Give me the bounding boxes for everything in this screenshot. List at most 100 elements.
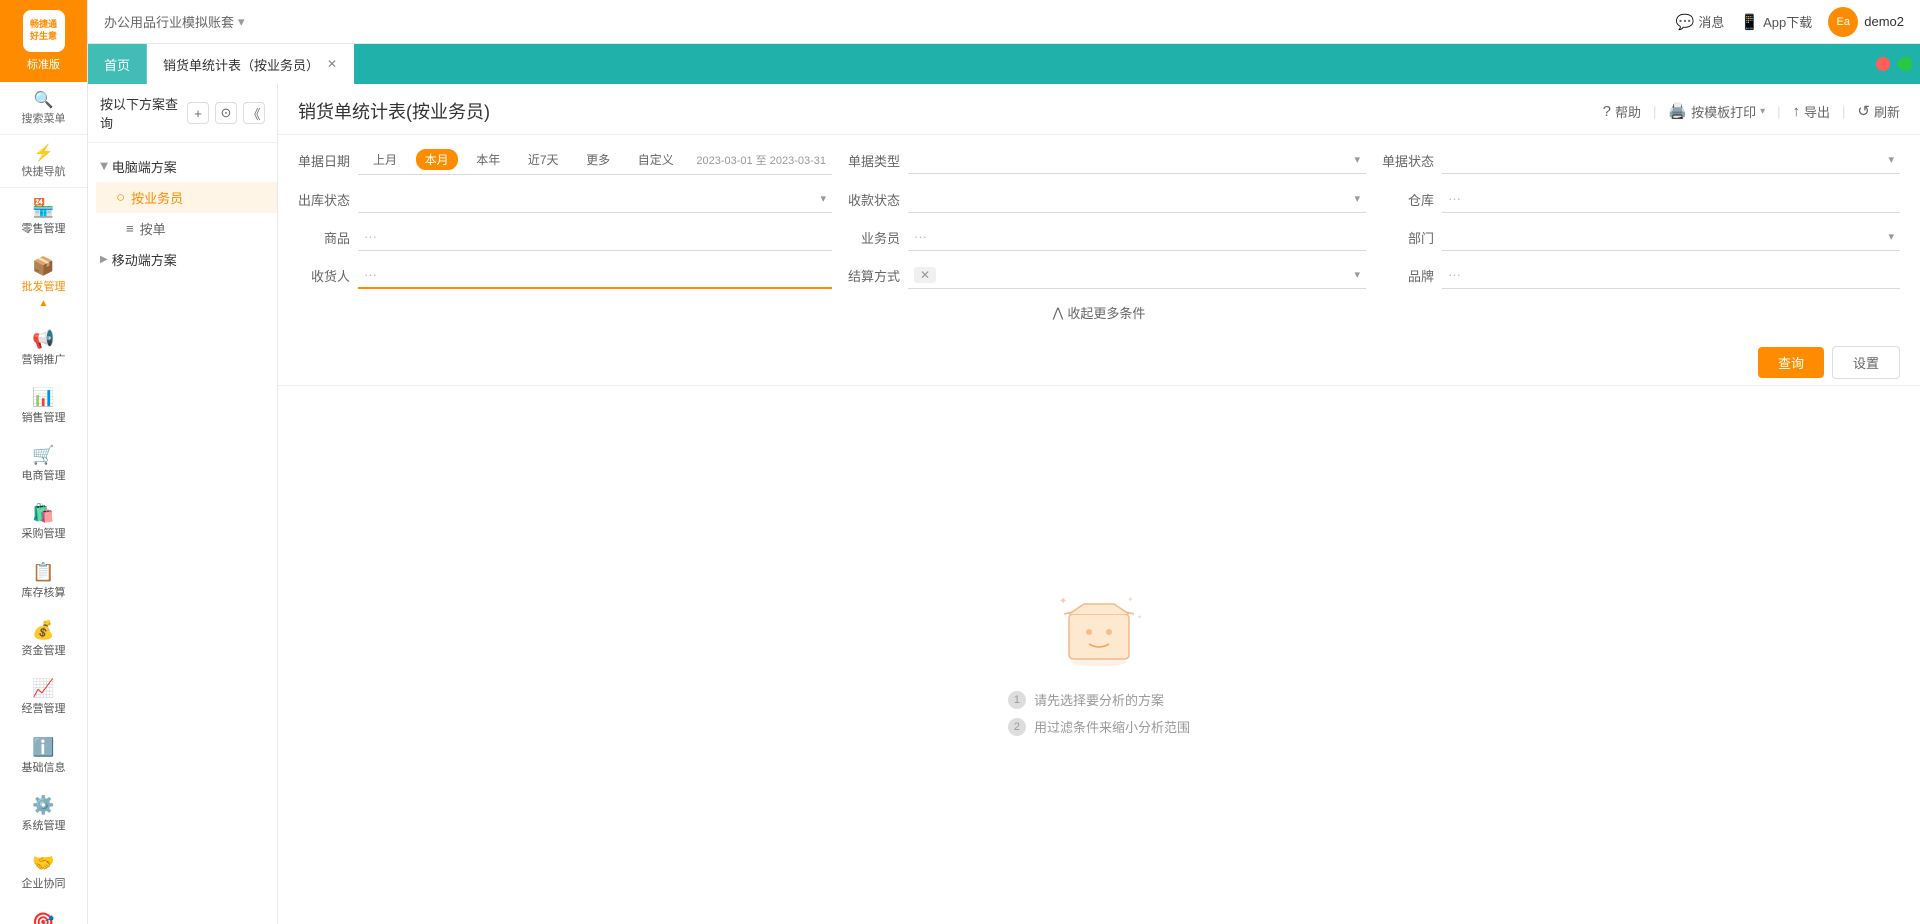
collapse-panel-btn[interactable]: 《 — [243, 102, 265, 124]
sidebar-item-basic[interactable]: ℹ️ 基础信息 — [0, 727, 87, 785]
tab-home[interactable]: 首页 — [88, 44, 147, 84]
dept-control[interactable]: ▾ — [1442, 223, 1900, 251]
salesman-label: 业务员 — [848, 228, 908, 247]
type-arrow-icon: ▾ — [1354, 153, 1360, 166]
page-header-actions: ? 帮助 | 🖨️ 按模板打印 ▾ | ↑ 导出 | — [1603, 102, 1900, 121]
refresh-label: 刷新 — [1874, 102, 1900, 121]
type-control[interactable]: ▾ — [908, 146, 1366, 174]
sidebar-item-enterprise[interactable]: 🤝 企业协同 — [0, 843, 87, 901]
hint-text-2: 用过滤条件来缩小分析范围 — [1034, 717, 1190, 736]
sidebar-item-quick[interactable]: ⚡ 快捷导航 — [0, 135, 87, 188]
sidebar-item-retail[interactable]: 🏪 零售管理 — [0, 188, 87, 246]
brand-dots: ··· — [1448, 267, 1461, 282]
filter-row-3: 商品 ··· 业务员 ··· 部门 — [298, 223, 1900, 251]
brand-control[interactable]: ··· — [1442, 261, 1900, 289]
payment-control[interactable]: ✕ ▾ — [908, 261, 1366, 289]
tree-grandchild-order[interactable]: ≡ 按单 — [96, 213, 277, 244]
user-profile[interactable]: Ea demo2 — [1828, 7, 1904, 37]
date-control[interactable]: 上月 本月 本年 近7天 更多 自定义 2023-03-01 至 2023-03… — [358, 145, 832, 175]
basic-label: 基础信息 — [22, 761, 66, 775]
sales-label: 销售管理 — [22, 411, 66, 425]
add-scheme-btn[interactable]: + — [187, 102, 209, 124]
collapse-btn-label: 收起更多条件 — [1067, 303, 1145, 322]
order-label: 按单 — [140, 219, 166, 238]
topbar-actions: 💬 消息 📱 App下载 Ea demo2 — [1676, 7, 1904, 37]
empty-illustration: ✦ ✦ ✦ — [1049, 574, 1149, 674]
logo-subtitle: 标准版 — [27, 56, 60, 72]
query-btn[interactable]: 查询 — [1758, 347, 1824, 378]
export-btn[interactable]: ↑ 导出 — [1793, 102, 1831, 121]
date-btn-custom[interactable]: 自定义 — [629, 148, 683, 171]
window-buttons: ✕ ⤢ — [1868, 44, 1920, 84]
date-btn-this-month[interactable]: 本月 — [416, 149, 458, 170]
sidebar-logo[interactable]: 畅捷通好生意 标准版 — [0, 0, 87, 82]
win-maximize-btn[interactable]: ⤢ — [1898, 57, 1912, 71]
goods-control[interactable]: ··· — [358, 223, 832, 251]
retail-icon: 🏪 — [32, 198, 54, 219]
win-close-btn[interactable]: ✕ — [1876, 57, 1890, 71]
date-btn-more[interactable]: 更多 — [577, 148, 619, 171]
tree-parent-pc[interactable]: ▶ 电脑端方案 — [88, 151, 277, 182]
refresh-icon: ↺ — [1857, 102, 1870, 120]
help-btn[interactable]: ? 帮助 — [1603, 102, 1641, 121]
tree-label-pc: 电脑端方案 — [112, 157, 265, 176]
collapse-arrow-icon: ⋀ — [1053, 305, 1064, 321]
refresh-btn[interactable]: ↺ 刷新 — [1857, 102, 1900, 121]
right-panel: 销货单统计表(按业务员) ? 帮助 | 🖨️ 按模板打印 ▾ | ↑ — [278, 84, 1920, 924]
tab-sales-stat[interactable]: 销货单统计表（按业务员） ✕ — [147, 44, 354, 84]
date-btn-7days[interactable]: 近7天 — [519, 148, 568, 171]
marketing-icon: 📢 — [32, 329, 54, 350]
sidebar-item-system[interactable]: ⚙️ 系统管理 — [0, 785, 87, 843]
hint-text-1: 请先选择要分析的方案 — [1034, 690, 1164, 709]
left-panel-content: ▶ 电脑端方案 ○ 按业务员 ≡ 按单 — [88, 143, 277, 924]
filter-row-4: 收货人 ··· 结算方式 ✕ ▾ — [298, 261, 1900, 289]
warehouse-control[interactable]: ··· — [1442, 185, 1900, 213]
print-label: 按模板打印 — [1691, 102, 1756, 121]
filter-payment-item: 结算方式 ✕ ▾ — [832, 261, 1366, 289]
sidebar-item-finance[interactable]: 💰 资金管理 — [0, 610, 87, 668]
tree-child-salesman[interactable]: ○ 按业务员 — [96, 182, 277, 213]
sidebar-item-purchase[interactable]: 🛍️ 采购管理 — [0, 493, 87, 551]
type-label: 单据类型 — [848, 151, 908, 170]
receivestatus-control[interactable]: ▾ — [908, 185, 1366, 213]
breadcrumb-text: 办公用品行业模拟账套 — [104, 12, 234, 31]
basic-icon: ℹ️ — [32, 737, 54, 758]
finance-icon: 💰 — [32, 620, 54, 641]
status-control[interactable]: ▾ — [1442, 146, 1900, 174]
operations-icon: 📈 — [32, 678, 54, 699]
receiver-control[interactable]: ··· — [358, 261, 832, 289]
payment-tag: ✕ — [914, 267, 936, 283]
tree-parent-mobile[interactable]: ▶ 移动端方案 — [88, 244, 277, 275]
sidebar-item-wholesale[interactable]: 📦 批发管理 ▲ — [0, 246, 87, 318]
app-download-btn[interactable]: 📱 App下载 — [1740, 12, 1812, 31]
sidebar-item-operations[interactable]: 📈 经营管理 — [0, 668, 87, 726]
edit-scheme-btn[interactable]: ⊙ — [215, 102, 237, 124]
action-bar: 查询 设置 — [278, 340, 1920, 386]
breadcrumb-arrow[interactable]: ▾ — [238, 14, 245, 30]
template-print-btn[interactable]: 🖨️ 按模板打印 ▾ — [1668, 102, 1765, 121]
sidebar-item-ecommerce[interactable]: 🛒 电商管理 — [0, 435, 87, 493]
message-btn[interactable]: 💬 消息 — [1676, 12, 1725, 31]
sep2: | — [1777, 104, 1780, 119]
filter-salesman-item: 业务员 ··· — [832, 223, 1366, 251]
order-icon: ≡ — [126, 221, 134, 236]
sidebar-item-sales[interactable]: 📊 销售管理 — [0, 377, 87, 435]
settings-btn[interactable]: 设置 — [1832, 346, 1900, 379]
tab-close-btn[interactable]: ✕ — [327, 57, 337, 71]
sidebar-item-search[interactable]: 🔍 搜索菜单 — [0, 82, 87, 135]
ecommerce-icon: 🛒 — [32, 445, 54, 466]
salesman-control[interactable]: ··· — [908, 223, 1366, 251]
collapse-btn[interactable]: ⋀ 收起更多条件 — [1041, 299, 1158, 326]
main-area: 办公用品行业模拟账套 ▾ 💬 消息 📱 App下载 Ea demo2 首页 — [88, 0, 1920, 924]
sidebar-item-marketing[interactable]: 📢 营销推广 — [0, 319, 87, 377]
date-btn-this-year[interactable]: 本年 — [467, 148, 509, 171]
outstatus-control[interactable]: ▾ — [358, 185, 832, 213]
payment-tag-x[interactable]: ✕ — [920, 268, 930, 282]
sidebar-item-inventory[interactable]: 📋 库存核算 — [0, 552, 87, 610]
sidebar-item-newbie[interactable]: 🎯 新手引导 — [0, 902, 87, 924]
tree-label-mobile: 移动端方案 — [112, 250, 265, 269]
tree-arrow-mobile: ▶ — [100, 254, 108, 265]
status-arrow-icon: ▾ — [1888, 153, 1894, 166]
date-btn-last-month[interactable]: 上月 — [364, 148, 406, 171]
outstatus-label: 出库状态 — [298, 190, 358, 209]
